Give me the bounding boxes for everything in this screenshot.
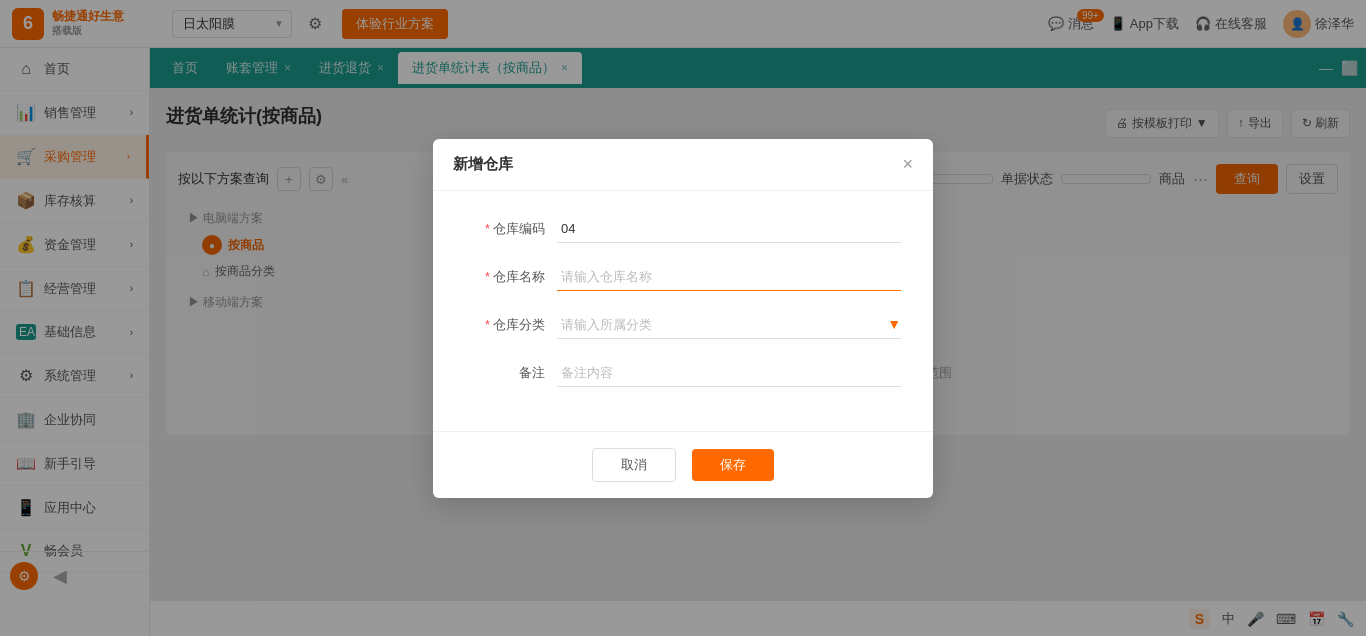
category-label: 仓库分类 [465,316,545,334]
modal-body: 仓库编码 仓库名称 仓库分类 ▼ 备注 [433,191,933,431]
new-warehouse-modal: 新增仓库 × 仓库编码 仓库名称 仓库分类 ▼ [433,139,933,498]
warehouse-category-row: 仓库分类 ▼ [465,311,901,339]
category-select-wrap: ▼ [557,311,901,339]
code-label: 仓库编码 [465,220,545,238]
save-button[interactable]: 保存 [692,449,774,481]
modal-header: 新增仓库 × [433,139,933,191]
modal-footer: 取消 保存 [433,431,933,498]
warehouse-code-row: 仓库编码 [465,215,901,243]
warehouse-name-input[interactable] [557,263,901,291]
modal-overlay: 新增仓库 × 仓库编码 仓库名称 仓库分类 ▼ [0,0,1366,636]
remark-label: 备注 [465,364,545,382]
cancel-button[interactable]: 取消 [592,448,676,482]
remark-row: 备注 [465,359,901,387]
warehouse-code-input[interactable] [557,215,901,243]
modal-close-button[interactable]: × [902,155,913,173]
warehouse-name-row: 仓库名称 [465,263,901,291]
dropdown-arrow-icon[interactable]: ▼ [887,316,901,332]
modal-title: 新增仓库 [453,155,513,174]
category-input[interactable] [557,311,887,338]
remark-input[interactable] [557,359,901,387]
name-label: 仓库名称 [465,268,545,286]
